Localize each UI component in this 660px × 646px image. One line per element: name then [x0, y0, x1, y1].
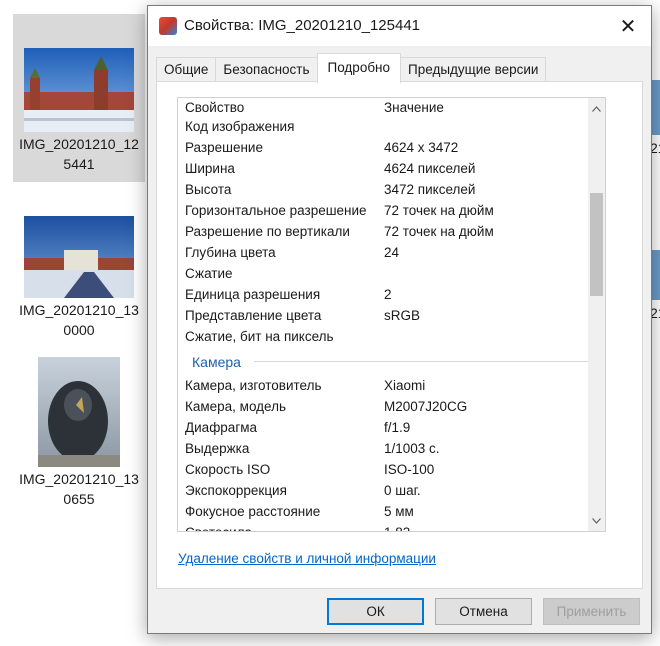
property-list[interactable]: Свойство Значение Код изображения Разреш… — [177, 97, 606, 532]
property-row[interactable]: Разрешение 4624 x 3472 — [178, 137, 590, 158]
column-headers: Свойство Значение — [178, 98, 590, 116]
apply-button[interactable]: Применить — [543, 598, 640, 625]
property-name: Единица разрешения — [185, 287, 321, 302]
close-icon: ✕ — [619, 15, 637, 38]
properties-dialog: Свойства: IMG_20201210_125441 ✕ Общие Бе… — [147, 5, 652, 634]
property-name: Представление цвета — [185, 308, 322, 323]
tab-security[interactable]: Безопасность — [215, 57, 318, 83]
scrollbar-thumb[interactable] — [590, 193, 603, 296]
property-value: 24 — [384, 245, 400, 260]
property-list-content: Свойство Значение Код изображения Разреш… — [178, 98, 590, 531]
section-header-camera: Камера — [178, 347, 590, 375]
tab-previous-versions[interactable]: Предыдущие версии — [400, 57, 547, 83]
property-name: Код изображения — [185, 119, 295, 134]
vertical-scrollbar[interactable] — [588, 98, 605, 531]
property-row[interactable]: Камера, изготовитель Xiaomi — [178, 375, 590, 396]
property-value: 2 — [384, 287, 392, 302]
tab-general[interactable]: Общие — [156, 57, 217, 83]
cancel-button[interactable]: Отмена — [435, 598, 532, 625]
property-row[interactable]: Сжатие — [178, 263, 590, 284]
property-value: 72 точек на дюйм — [384, 224, 494, 239]
property-row[interactable]: Код изображения — [178, 116, 590, 137]
property-name: Разрешение — [185, 140, 263, 155]
chevron-down-icon — [592, 517, 601, 524]
property-name: Глубина цвета — [185, 245, 276, 260]
file-item[interactable]: IMG_20201210_130655 — [13, 355, 145, 515]
property-name: Диафрагма — [185, 420, 258, 435]
property-name: Экспокоррекция — [185, 483, 287, 498]
property-value: 1/1003 с. — [384, 441, 440, 456]
property-name: Камера, изготовитель — [185, 378, 322, 393]
property-value: M2007J20CG — [384, 399, 468, 414]
file-name: IMG_20201210_130655 — [19, 471, 139, 507]
property-value: 72 точек на дюйм — [384, 203, 494, 218]
property-row[interactable]: Ширина 4624 пикселей — [178, 158, 590, 179]
property-name: Ширина — [185, 161, 235, 176]
remove-properties-link[interactable]: Удаление свойств и личной информации — [178, 551, 436, 566]
property-name: Светосила — [185, 522, 381, 531]
property-row[interactable]: Высота 3472 пикселей — [178, 179, 590, 200]
scroll-down-button[interactable] — [588, 512, 605, 529]
details-panel: Свойство Значение Код изображения Разреш… — [156, 81, 643, 589]
photo-thumbnail — [38, 357, 120, 467]
photos-app-icon — [159, 17, 177, 35]
file-item[interactable]: IMG_20201210_130000 — [13, 212, 145, 352]
property-value: 0 шаг. — [384, 483, 421, 498]
property-row[interactable]: Горизонтальное разрешение 72 точек на дюй… — [178, 200, 590, 221]
property-row[interactable]: Светосила1.83 — [178, 522, 590, 531]
property-row[interactable]: Разрешение по вертикали 72 точек на дюйм — [178, 221, 590, 242]
file-item[interactable]: IMG_20201210_125441 — [13, 14, 145, 182]
scroll-up-button[interactable] — [588, 100, 605, 117]
property-value: 1.83 — [384, 522, 410, 531]
property-name: Камера, модель — [185, 399, 287, 414]
property-row[interactable]: Сжатие, бит на пиксель — [178, 326, 590, 347]
property-name: Сжатие — [185, 266, 233, 281]
property-name: Горизонтальное разрешение — [185, 203, 367, 218]
property-value: 3472 пикселей — [384, 182, 476, 197]
property-value: ISO-100 — [384, 462, 435, 477]
property-value: Xiaomi — [384, 378, 426, 393]
property-row[interactable]: Экспокоррекция 0 шаг. — [178, 480, 590, 501]
close-button[interactable]: ✕ — [605, 6, 651, 46]
property-row[interactable]: Единица разрешения 2 — [178, 284, 590, 305]
property-row[interactable]: Представление цвета sRGB — [178, 305, 590, 326]
photo-thumbnail — [24, 48, 134, 132]
section-divider — [254, 361, 588, 362]
section-label: Камера — [192, 354, 241, 370]
property-row[interactable]: Камера, модель M2007J20CG — [178, 396, 590, 417]
photo-thumbnail — [24, 216, 134, 298]
property-value: 5 мм — [384, 504, 414, 519]
file-name: IMG_20201210_130000 — [19, 302, 139, 338]
chevron-up-icon — [592, 105, 601, 112]
ok-button[interactable]: ОК — [327, 598, 424, 625]
tab-strip: Общие Безопасность Подробно Предыдущие в… — [156, 53, 547, 83]
property-row[interactable]: Выдержка 1/1003 с. — [178, 438, 590, 459]
property-name: Высота — [185, 182, 232, 197]
property-name: Фокусное расстояние — [185, 504, 321, 519]
property-value: 4624 пикселей — [384, 161, 476, 176]
property-row[interactable]: Глубина цвета 24 — [178, 242, 590, 263]
property-value: f/1.9 — [384, 420, 411, 435]
tab-details[interactable]: Подробно — [316, 53, 402, 83]
property-name: Сжатие, бит на пиксель — [185, 329, 334, 344]
dialog-title: Свойства: IMG_20201210_125441 — [184, 17, 421, 34]
property-value: sRGB — [384, 308, 421, 323]
property-name: Разрешение по вертикали — [185, 224, 350, 239]
file-name: IMG_20201210_125441 — [19, 136, 139, 172]
title-bar[interactable]: Свойства: IMG_20201210_125441 ✕ — [148, 6, 651, 46]
column-header-value[interactable]: Значение — [384, 98, 444, 118]
property-name: Скорость ISO — [185, 462, 271, 477]
property-name: Выдержка — [185, 441, 250, 456]
property-row[interactable]: Диафрагма f/1.9 — [178, 417, 590, 438]
property-row[interactable]: Фокусное расстояние 5 мм — [178, 501, 590, 522]
column-header-property[interactable]: Свойство — [185, 98, 381, 118]
property-value: 4624 x 3472 — [384, 140, 459, 155]
property-row[interactable]: Скорость ISO ISO-100 — [178, 459, 590, 480]
